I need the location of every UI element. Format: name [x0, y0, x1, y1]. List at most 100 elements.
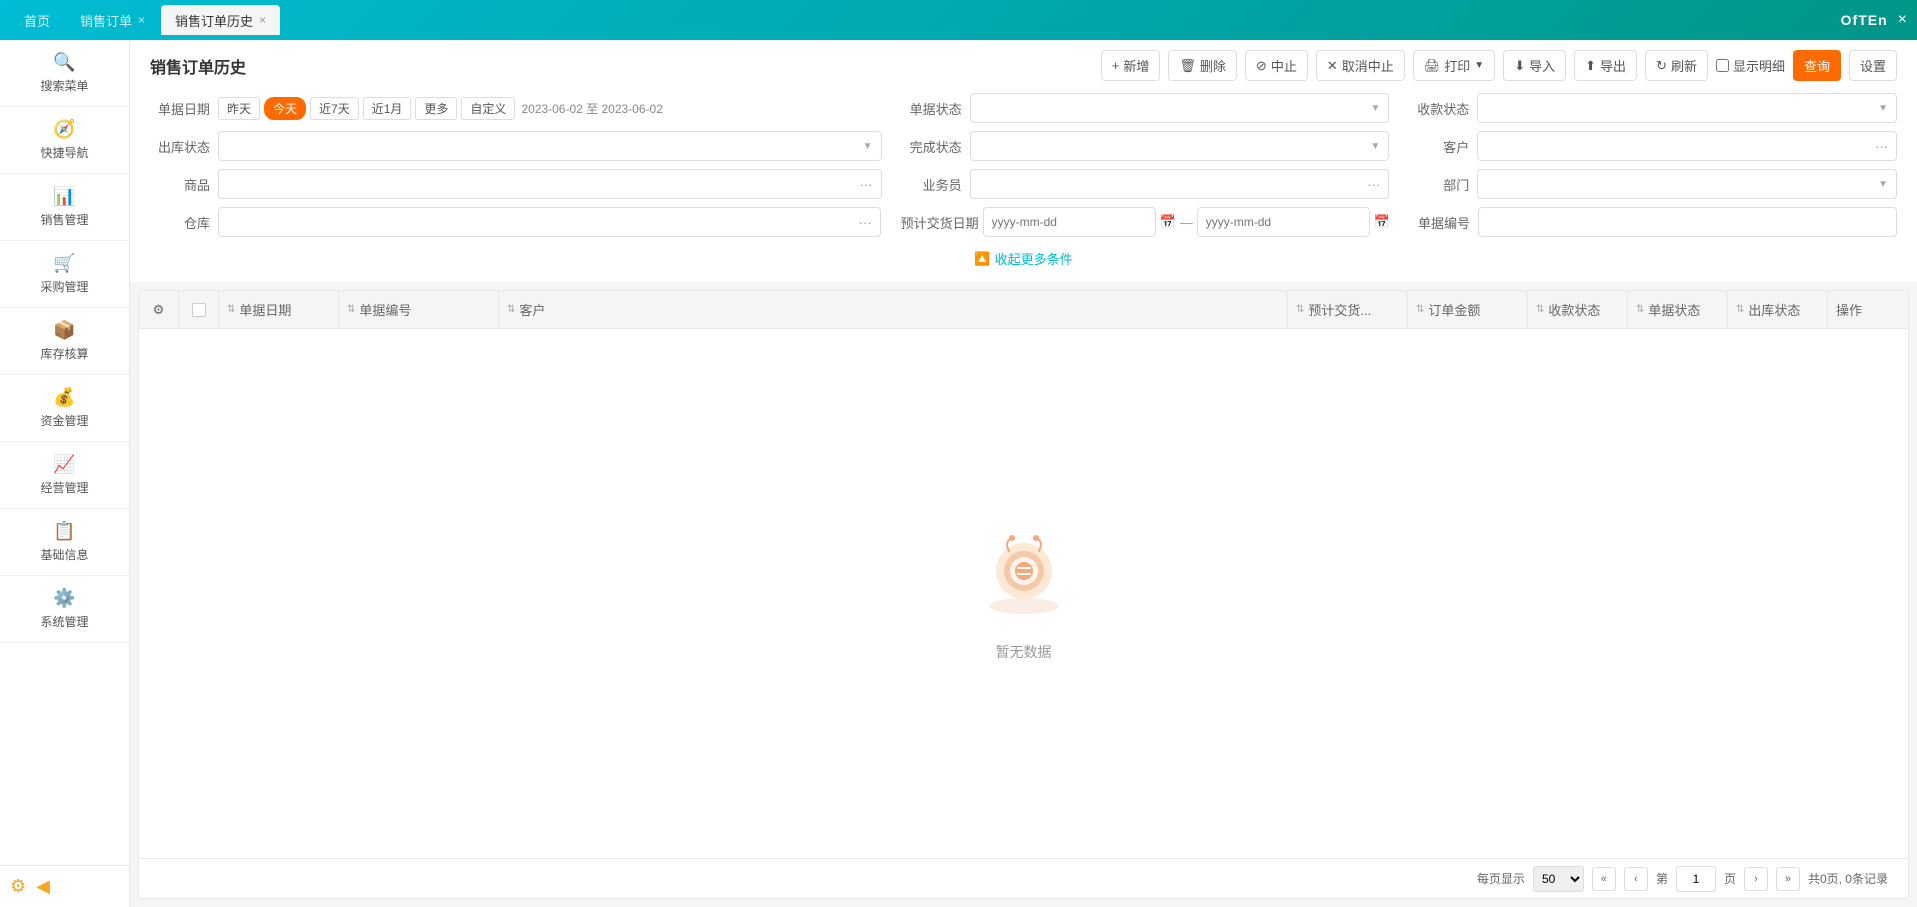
tab-sales-order[interactable]: 销售订单 × [66, 5, 159, 35]
th-outbound-label: 出库状态 [1748, 300, 1800, 319]
last-page-btn[interactable]: » [1776, 867, 1800, 891]
th-customer-label: 客户 [519, 300, 545, 319]
filter-row-2: 出库状态 ▼ 完成状态 ▼ 客户 [150, 131, 1897, 161]
th-order-sort-icon[interactable]: ⇅ [1636, 304, 1644, 315]
per-page-select[interactable]: 50 10 20 100 [1533, 866, 1584, 892]
date-more-btn[interactable]: 更多 [415, 97, 457, 120]
th-amount-sort-icon[interactable]: ⇅ [1416, 304, 1424, 315]
sidebar-item-sales[interactable]: 📊 销售管理 [0, 174, 129, 241]
date-1month-btn[interactable]: 近1月 [363, 97, 412, 120]
outbound-status-select[interactable]: ▼ [218, 131, 882, 161]
date-custom-btn[interactable]: 自定义 [461, 97, 515, 120]
complete-status-chevron: ▼ [1370, 141, 1380, 152]
toolbar: + 新增 🗑 删除 ⊘ 中止 ✕ 取消中止 [1101, 50, 1897, 81]
date-separator: 📅 [1160, 214, 1176, 230]
first-page-btn[interactable]: « [1592, 867, 1616, 891]
th-num-sort-icon[interactable]: ⇅ [347, 304, 355, 315]
date-today-btn[interactable]: 今天 [264, 97, 306, 120]
order-status-chevron: ▼ [1370, 103, 1380, 114]
delete-icon: 🗑 [1179, 58, 1196, 74]
sidebar-item-operations[interactable]: 📈 经营管理 [0, 442, 129, 509]
th-settings[interactable]: ⚙ [139, 291, 179, 328]
filter-row-3: 商品 ··· 业务员 ··· 部门 [150, 169, 1897, 199]
print-icon: 🖨 [1424, 58, 1441, 74]
customer-select[interactable]: ··· [1477, 131, 1897, 161]
product-select[interactable]: ··· [218, 169, 882, 199]
print-button[interactable]: 🖨 打印 ▼ [1413, 50, 1495, 81]
salesperson-select[interactable]: ··· [970, 169, 1390, 199]
tab-bar: 首页 销售订单 × 销售订单历史 × [10, 5, 1841, 35]
receipt-status-select[interactable]: ▼ [1477, 93, 1897, 123]
new-icon: + [1112, 58, 1120, 73]
filter-wrapper: 销售订单历史 + 新增 🗑 删除 ⊘ 中止 ✕ [130, 40, 1917, 282]
th-receipt-label: 收款状态 [1548, 300, 1600, 319]
settings-bottom-icon[interactable]: ⚙ [10, 876, 26, 897]
sidebar-item-finance[interactable]: 💰 资金管理 [0, 375, 129, 442]
date-7days-btn[interactable]: 近7天 [310, 97, 359, 120]
complete-status-select[interactable]: ▼ [970, 131, 1390, 161]
th-outbound-sort-icon[interactable]: ⇅ [1736, 304, 1744, 315]
th-receipt-sort-icon[interactable]: ⇅ [1536, 304, 1544, 315]
order-status-select[interactable]: ▼ [970, 93, 1390, 123]
next-page-btn[interactable]: › [1744, 867, 1768, 891]
filter-row-4: 仓库 ··· 预计交货日期 📅 — 📅 单据编号 [150, 207, 1897, 237]
page-number-input[interactable] [1676, 866, 1716, 892]
sidebar-item-inventory[interactable]: 📦 库存核算 [0, 308, 129, 375]
date-range-text: 2023-06-02 至 2023-06-02 [521, 100, 662, 117]
quicknav-icon: 🧭 [53, 119, 75, 140]
query-button[interactable]: 查询 [1793, 50, 1841, 81]
customer-dots[interactable]: ··· [1875, 139, 1888, 154]
th-receipt: ⇅ 收款状态 [1528, 291, 1628, 328]
date-from-input[interactable] [983, 207, 1156, 237]
department-select[interactable]: ▼ [1477, 169, 1897, 199]
date-to-input[interactable] [1197, 207, 1370, 237]
prev-page-btn[interactable]: ‹ [1624, 867, 1648, 891]
delete-button[interactable]: 🗑 删除 [1168, 50, 1237, 81]
warehouse-select[interactable]: ··· [218, 207, 881, 237]
display-toggle[interactable]: 显示明细 [1716, 56, 1785, 75]
date-to-calendar-icon: 📅 [1374, 214, 1390, 230]
settings-gear-icon: ⚙ [153, 302, 165, 318]
collapse-sidebar-icon[interactable]: ◀ [36, 876, 50, 897]
header-checkbox[interactable] [192, 303, 206, 317]
stop-button[interactable]: ⊘ 中止 [1245, 50, 1308, 81]
order-number-input[interactable] [1478, 207, 1897, 237]
sidebar-item-purchase[interactable]: 🛒 采购管理 [0, 241, 129, 308]
sidebar-item-basic-info[interactable]: 📋 基础信息 [0, 509, 129, 576]
sidebar-item-search[interactable]: 🔍 搜索菜单 [0, 40, 129, 107]
refresh-button[interactable]: ↻ 刷新 [1645, 50, 1708, 81]
settings-button[interactable]: 设置 [1849, 50, 1897, 81]
th-delivery-sort-icon[interactable]: ⇅ [1296, 304, 1304, 315]
tab-sales-order-close[interactable]: × [138, 13, 145, 27]
table-section: ⚙ ⇅ 单据日期 ⇅ 单据编号 ⇅ 客户 ⇅ [138, 290, 1909, 899]
salesperson-dots[interactable]: ··· [1367, 177, 1380, 192]
tab-sales-order-history[interactable]: 销售订单历史 × [161, 5, 280, 35]
new-button[interactable]: + 新增 [1101, 50, 1161, 81]
th-check[interactable] [179, 291, 219, 328]
sidebar-item-system[interactable]: ⚙️ 系统管理 [0, 576, 129, 643]
product-dots[interactable]: ··· [860, 177, 873, 192]
export-icon: ⬆ [1585, 58, 1596, 74]
search-menu-icon: 🔍 [53, 52, 75, 73]
import-button[interactable]: ⬇ 导入 [1503, 50, 1566, 81]
warehouse-label: 仓库 [150, 213, 210, 232]
date-yesterday-btn[interactable]: 昨天 [218, 97, 260, 120]
collapse-btn[interactable]: 🔼 收起更多条件 [150, 245, 1897, 272]
th-customer-sort-icon[interactable]: ⇅ [507, 304, 515, 315]
tab-home-label: 首页 [24, 11, 50, 30]
cancel-stop-button[interactable]: ✕ 取消中止 [1316, 50, 1405, 81]
th-date-sort-icon[interactable]: ⇅ [227, 304, 235, 315]
sidebar-item-search-label: 搜索菜单 [40, 77, 88, 94]
sidebar-item-quicknav[interactable]: 🧭 快捷导航 [0, 107, 129, 174]
refresh-label: 刷新 [1671, 56, 1697, 75]
tab-sales-order-history-close[interactable]: × [259, 13, 266, 27]
tab-home[interactable]: 首页 [10, 5, 64, 35]
order-status-field: 单据状态 ▼ [902, 93, 1390, 123]
date-label: 单据日期 [150, 99, 210, 118]
export-button[interactable]: ⬆ 导出 [1574, 50, 1637, 81]
product-label: 商品 [150, 175, 210, 194]
th-delivery-label: 预计交货... [1308, 300, 1371, 319]
display-toggle-checkbox[interactable] [1716, 59, 1729, 72]
topbar-close-icon[interactable]: × [1898, 11, 1907, 29]
warehouse-dots[interactable]: ··· [859, 215, 872, 230]
